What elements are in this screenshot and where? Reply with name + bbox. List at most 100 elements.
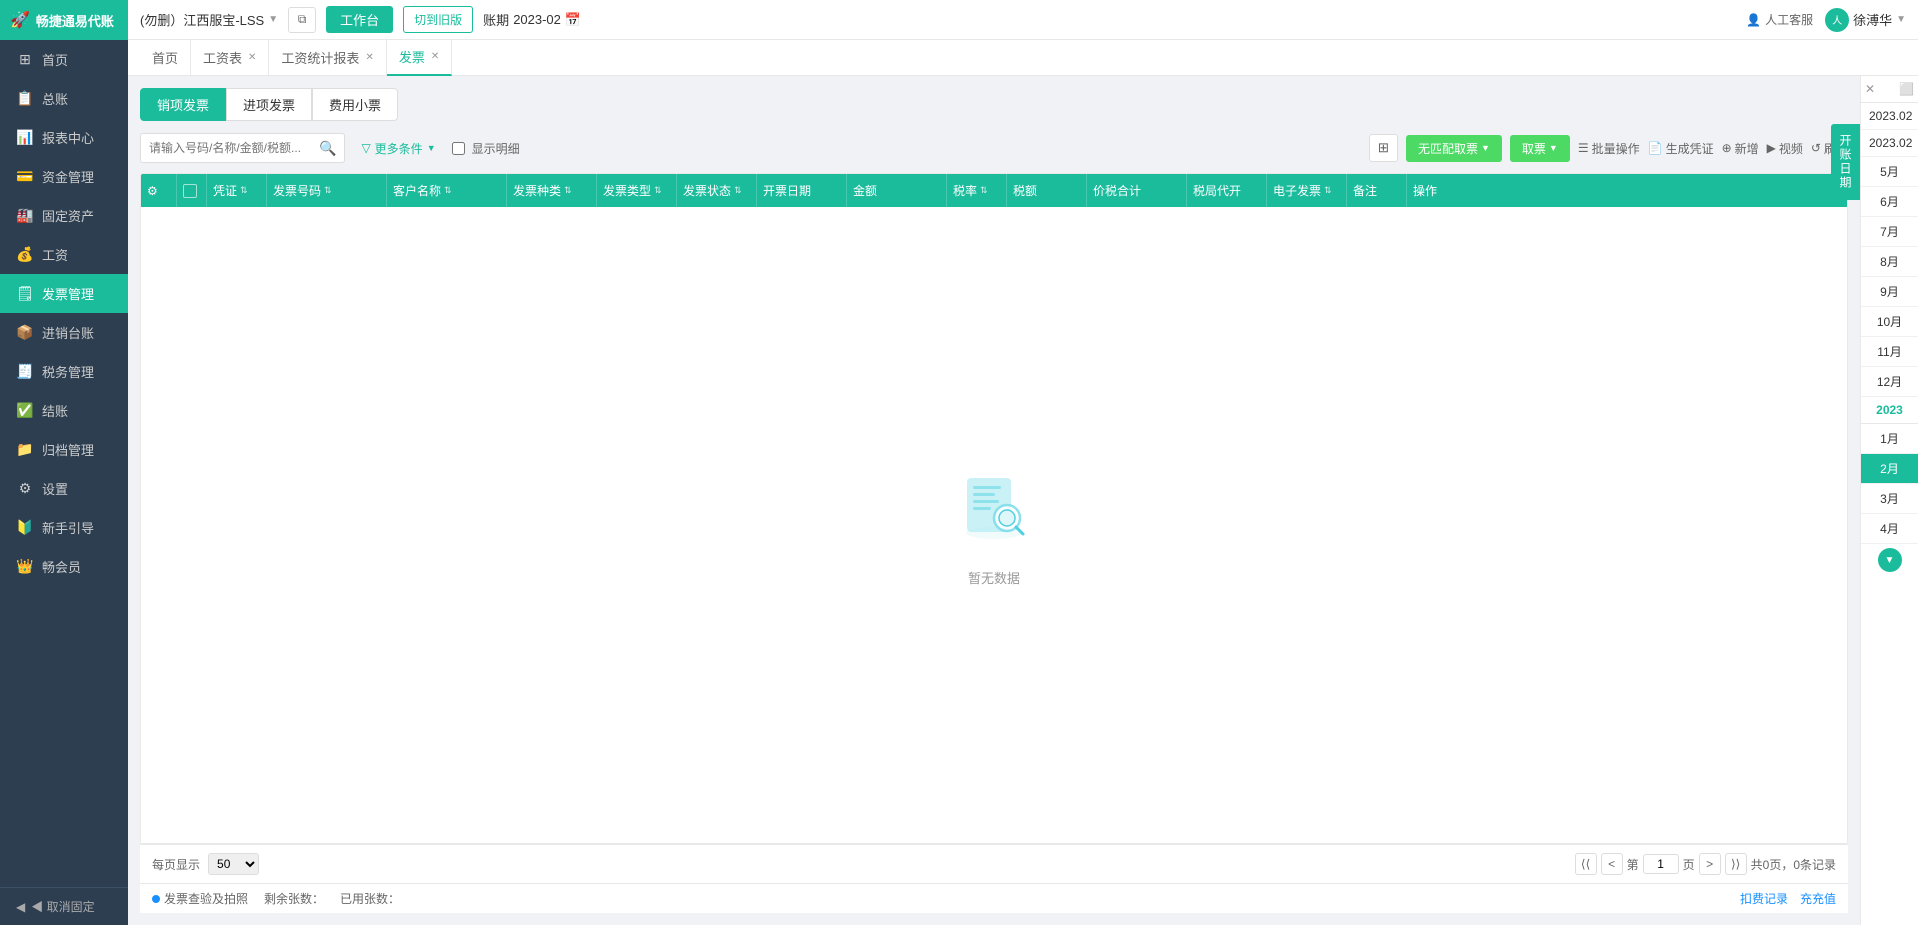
period-item-apr[interactable]: 4月	[1861, 514, 1918, 544]
recharge-link[interactable]: 充充值	[1800, 890, 1836, 907]
select-all-checkbox[interactable]	[183, 184, 197, 198]
tax-code-col-label: 税局代开	[1193, 182, 1241, 199]
used-section: 已用张数：	[340, 890, 400, 907]
sidebar-item-funds[interactable]: 💳 资金管理	[0, 157, 128, 196]
sub-tab-expense[interactable]: 费用小票	[312, 88, 398, 121]
video-btn[interactable]: ▶ 视频	[1767, 140, 1803, 157]
last-page-btn[interactable]: ⟩⟩	[1725, 853, 1747, 875]
batch-op-btn[interactable]: ☰ 批量操作	[1578, 140, 1640, 157]
col-header-tax-rate[interactable]: 税率 ⇅	[947, 174, 1007, 207]
period-item-2023-02-2[interactable]: 2023.02	[1861, 130, 1918, 157]
sidebar-item-ledger[interactable]: 📋 总账	[0, 79, 128, 118]
period-item-11[interactable]: 11月	[1861, 337, 1918, 367]
copy-icon: ⧉	[298, 12, 307, 27]
sidebar-item-tax[interactable]: 🧾 税务管理	[0, 352, 128, 391]
new-btn[interactable]: ⊕ 新增	[1722, 140, 1759, 157]
sidebar-item-invoice[interactable]: 🗒 发票管理	[0, 274, 128, 313]
tab-payroll-stats[interactable]: 工资统计报表 ✕	[269, 40, 386, 76]
page-input[interactable]	[1643, 854, 1679, 874]
sidebar-item-closing[interactable]: ✅ 结账	[0, 391, 128, 430]
sidebar-item-reports[interactable]: 📊 报表中心	[0, 118, 128, 157]
col-header-settings[interactable]: ⚙	[141, 174, 177, 207]
period-item-feb[interactable]: 2月	[1861, 454, 1918, 484]
sidebar-item-sales[interactable]: 📦 进销台账	[0, 313, 128, 352]
col-header-tax-code[interactable]: 税局代开	[1187, 174, 1267, 207]
tax-icon: 🧾	[16, 363, 34, 380]
tab-home[interactable]: 首页	[140, 40, 191, 76]
show-detail-toggle[interactable]: 显示明细	[452, 140, 520, 157]
col-header-e-invoice[interactable]: 电子发票 ⇅	[1267, 174, 1347, 207]
old-version-button[interactable]: 切到旧版	[403, 6, 473, 33]
period-nav-down[interactable]: ▼	[1878, 548, 1902, 572]
workbench-button[interactable]: 工作台	[326, 6, 393, 33]
sidebar-item-archive[interactable]: 📁 归档管理	[0, 430, 128, 469]
col-header-invoice-status[interactable]: 发票状态 ⇅	[677, 174, 757, 207]
col-header-remark[interactable]: 备注	[1347, 174, 1407, 207]
period-item-mar[interactable]: 3月	[1861, 484, 1918, 514]
closing-icon: ✅	[16, 402, 34, 419]
open-period-btn[interactable]: 开账日期	[1831, 124, 1860, 200]
show-detail-checkbox[interactable]	[452, 142, 465, 155]
no-match-btn[interactable]: 无匹配取票 ▼	[1406, 135, 1502, 162]
refresh-icon: ↺	[1811, 141, 1821, 155]
col-header-cert[interactable]: 凭证 ⇅	[207, 174, 267, 207]
sidebar-item-fixed-assets[interactable]: 🏭 固定资产	[0, 196, 128, 235]
col-header-open-date[interactable]: 开票日期	[757, 174, 847, 207]
col-header-check[interactable]	[177, 174, 207, 207]
col-header-customer[interactable]: 客户名称 ⇅	[387, 174, 507, 207]
period-item-7[interactable]: 7月	[1861, 217, 1918, 247]
prev-page-btn[interactable]: <	[1601, 853, 1623, 875]
match-btn[interactable]: 取票 ▼	[1510, 135, 1570, 162]
more-conditions-btn[interactable]: ▽ 更多条件 ▼	[353, 136, 443, 161]
table-container[interactable]: ⚙ 凭证 ⇅ 发票号码 ⇅ 客户名称 ⇅	[140, 173, 1848, 844]
copy-button[interactable]: ⧉	[288, 7, 316, 33]
sub-tabs: 销项发票 进项发票 费用小票	[140, 88, 1848, 121]
search-box[interactable]: 🔍	[140, 133, 345, 163]
period-item-10[interactable]: 10月	[1861, 307, 1918, 337]
ledger-icon: 📋	[16, 90, 34, 107]
grid-view-btn[interactable]: ⊞	[1369, 134, 1398, 162]
right-panel-close[interactable]: ✕	[1865, 82, 1875, 96]
period-item-2023-02-top[interactable]: 2023.02	[1861, 103, 1918, 130]
tab-close-invoice[interactable]: ✕	[431, 51, 439, 62]
fee-record-link[interactable]: 扣费记录	[1740, 890, 1788, 907]
sidebar-item-guide[interactable]: 🔰 新手引导	[0, 508, 128, 547]
sidebar-item-payroll[interactable]: 💰 工资	[0, 235, 128, 274]
customer-service[interactable]: 👤 人工客服	[1746, 11, 1813, 28]
sidebar-pin-toggle[interactable]: ◀ ◀ 取消固定	[0, 887, 128, 925]
right-panel-expand[interactable]: ⬜	[1899, 82, 1914, 96]
sidebar-item-settings[interactable]: ⚙ 设置	[0, 469, 128, 508]
col-header-amount[interactable]: 金额	[847, 174, 947, 207]
col-header-invoice-type[interactable]: 发票种类 ⇅	[507, 174, 597, 207]
gen-cert-btn[interactable]: 📄 生成凭证	[1648, 140, 1714, 157]
sidebar-item-label: 税务管理	[42, 362, 94, 381]
search-icon[interactable]: 🔍	[319, 140, 336, 157]
main-content: (勿删）江西服宝-LSS ▼ ⧉ 工作台 切到旧版 账期 2023-02 📅 👤…	[128, 0, 1918, 925]
tab-close-payroll-table[interactable]: ✕	[248, 52, 256, 63]
tab-payroll-table[interactable]: 工资表 ✕	[191, 40, 269, 76]
page-size-select[interactable]: 50 10 20 100	[208, 853, 259, 875]
period-item-8[interactable]: 8月	[1861, 247, 1918, 277]
search-input[interactable]	[149, 141, 319, 155]
period-item-5[interactable]: 5月	[1861, 157, 1918, 187]
year-2023[interactable]: 2023	[1861, 397, 1918, 424]
col-header-tax-total[interactable]: 价税合计	[1087, 174, 1187, 207]
period-item-12[interactable]: 12月	[1861, 367, 1918, 397]
tab-invoice[interactable]: 发票 ✕	[387, 40, 452, 76]
next-page-btn[interactable]: >	[1699, 853, 1721, 875]
tab-close-payroll-stats[interactable]: ✕	[365, 52, 373, 63]
period-label-11: 11月	[1877, 345, 1901, 359]
period-item-6[interactable]: 6月	[1861, 187, 1918, 217]
sub-tab-sales[interactable]: 销项发票	[140, 88, 226, 121]
col-header-tax[interactable]: 税额	[1007, 174, 1087, 207]
company-selector[interactable]: (勿删）江西服宝-LSS ▼	[140, 10, 278, 29]
col-header-invoice-cat[interactable]: 发票类型 ⇅	[597, 174, 677, 207]
col-header-invoice-no[interactable]: 发票号码 ⇅	[267, 174, 387, 207]
first-page-btn[interactable]: ⟨⟨	[1575, 853, 1597, 875]
sidebar-item-member[interactable]: 👑 畅会员	[0, 547, 128, 586]
period-item-9[interactable]: 9月	[1861, 277, 1918, 307]
sub-tab-purchase[interactable]: 进项发票	[226, 88, 312, 121]
user-menu[interactable]: 人 徐溥华 ▼	[1825, 8, 1906, 32]
sidebar-item-home[interactable]: ⊞ 首页	[0, 40, 128, 79]
period-item-jan[interactable]: 1月	[1861, 424, 1918, 454]
